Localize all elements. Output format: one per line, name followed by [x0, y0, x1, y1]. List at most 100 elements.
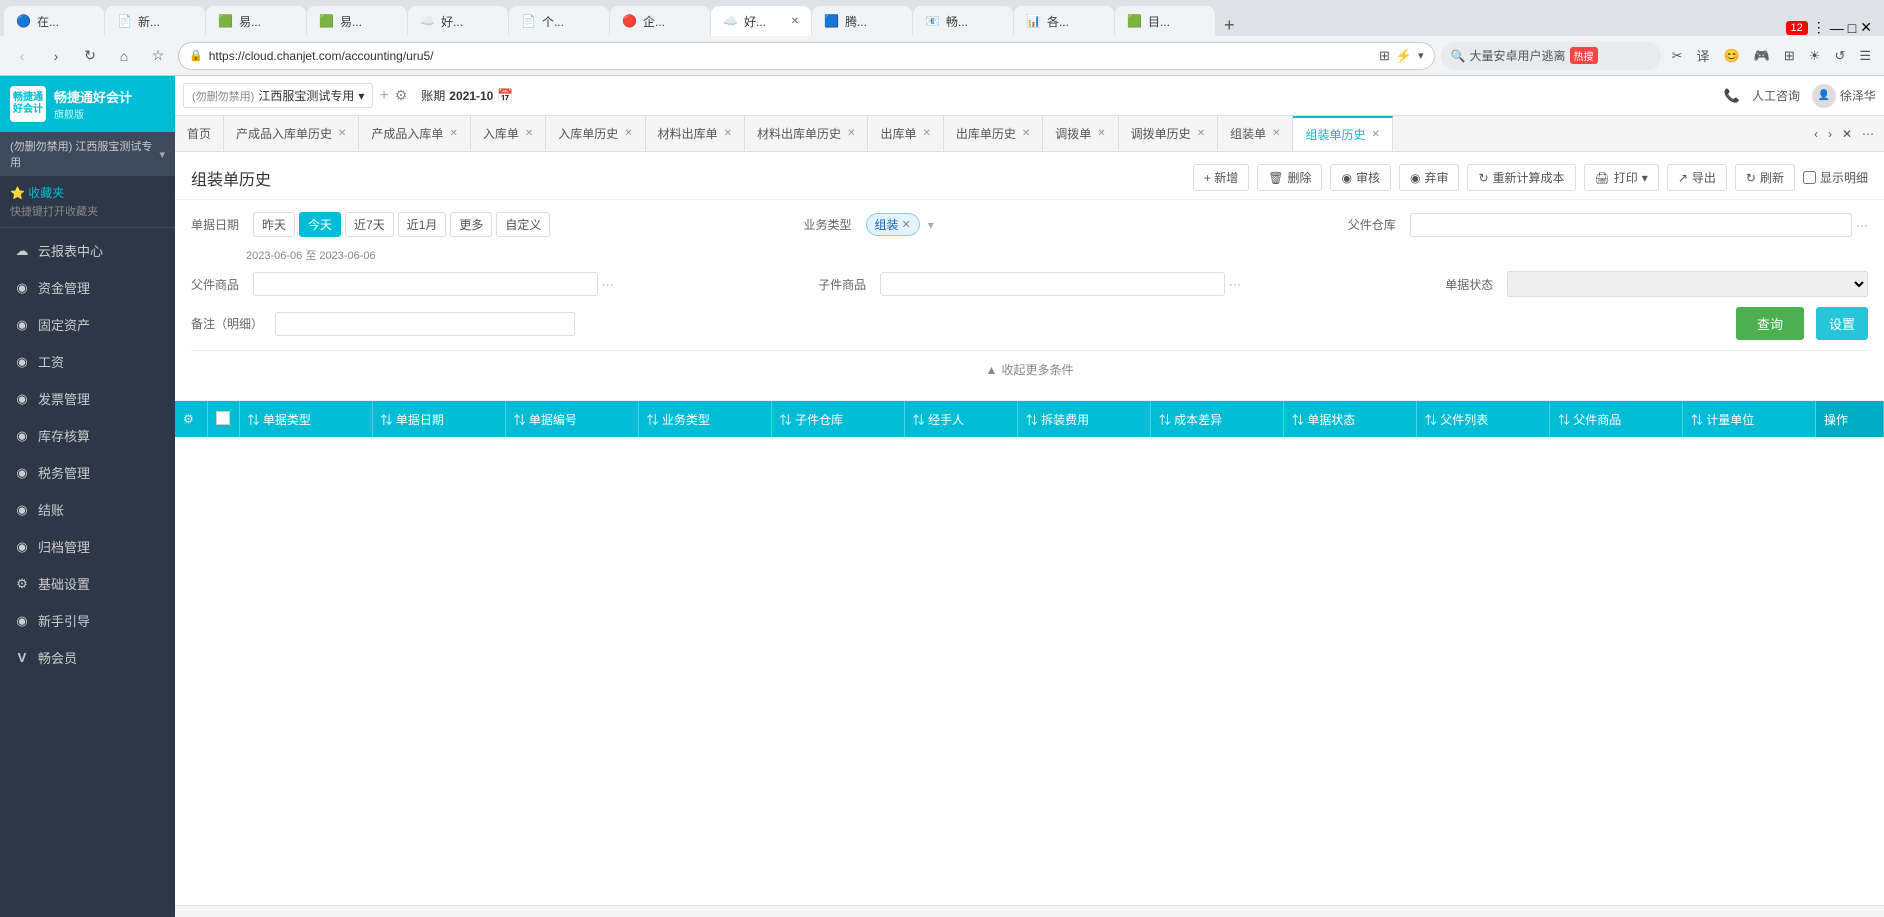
tabs-close-all-button[interactable]: ✕ [1838, 125, 1856, 143]
close-tab-icon[interactable]: ✕ [624, 128, 632, 139]
grid-icon[interactable]: ⊞ [1779, 45, 1800, 67]
browser-tab-11[interactable]: 🟩 目... [1115, 6, 1215, 36]
show-detail-label[interactable]: 显示明细 [1803, 169, 1868, 186]
th-bill-type[interactable]: ⇅ 单据类型 [239, 401, 372, 437]
sub-goods-more-icon[interactable]: ··· [1229, 277, 1241, 291]
page-tab-produced-in-hist[interactable]: 产成品入库单历史 ✕ [224, 116, 359, 152]
page-tab-material-out-hist[interactable]: 材料出库单历史 ✕ [745, 116, 868, 152]
browser-tab-9[interactable]: 📧 畅... [913, 6, 1013, 36]
sidebar-item-closing[interactable]: ◉ 结账 [0, 491, 175, 528]
forward-button[interactable]: › [42, 42, 70, 70]
custom-date-btn[interactable]: 自定义 [496, 212, 550, 237]
address-dropdown-icon[interactable]: ▾ [1418, 49, 1424, 62]
page-tab-assemble[interactable]: 组装单 ✕ [1218, 116, 1293, 152]
menu-icon[interactable]: ☰ [1854, 45, 1876, 67]
settings-btn[interactable]: 设置 [1816, 307, 1868, 340]
th-parent-list[interactable]: ⇅ 父件列表 [1416, 401, 1549, 437]
settings-gear-icon[interactable]: ⚙ [395, 87, 408, 104]
close-browser-icon[interactable]: ✕ [1860, 19, 1872, 36]
close-tab-icon[interactable]: ✕ [525, 128, 533, 139]
recalc-button[interactable]: ↻ 重新计算成本 [1467, 164, 1575, 191]
browser-tab-0[interactable]: 🔵 在... [4, 6, 104, 36]
browser-tab-8[interactable]: 🟦 腾... [812, 6, 912, 36]
tabs-prev-button[interactable]: ‹ [1810, 125, 1822, 143]
th-bill-no[interactable]: ⇅ 单据编号 [505, 401, 638, 437]
notes-input[interactable] [275, 312, 575, 336]
th-bill-date[interactable]: ⇅ 单据日期 [372, 401, 505, 437]
page-tab-produced-in[interactable]: 产成品入库单 ✕ [359, 116, 470, 152]
th-bill-status[interactable]: ⇅ 单据状态 [1283, 401, 1416, 437]
scissors-icon[interactable]: ✂ [1667, 45, 1688, 67]
close-tab-icon[interactable]: ✕ [1372, 129, 1380, 140]
sidebar-company[interactable]: (勿删勿禁用) 江西服宝测试专用 ▾ [0, 132, 175, 176]
refresh-button[interactable]: ↻ 刷新 [1735, 164, 1795, 191]
sidebar-item-fixed-assets[interactable]: ◉ 固定资产 [0, 306, 175, 343]
close-tab-icon[interactable]: ✕ [1022, 128, 1030, 139]
sidebar-item-payroll[interactable]: ◉ 工资 [0, 343, 175, 380]
page-tab-stock-in-hist[interactable]: 入库单历史 ✕ [546, 116, 645, 152]
browser-tab-2[interactable]: 🟩 易... [206, 6, 306, 36]
minimize-icon[interactable]: — [1830, 20, 1844, 36]
browser-tab-4[interactable]: ☁️ 好... [408, 6, 508, 36]
th-handler[interactable]: ⇅ 经手人 [904, 401, 1017, 437]
page-tab-home[interactable]: 首页 [175, 116, 224, 152]
sidebar-item-inventory[interactable]: ◉ 库存核算 [0, 417, 175, 454]
sidebar-item-capital[interactable]: ◉ 资金管理 [0, 269, 175, 306]
parent-goods-input[interactable] [253, 272, 598, 296]
tabs-more-button[interactable]: ⋯ [1858, 125, 1878, 143]
th-sub-warehouse[interactable]: ⇅ 子件仓库 [771, 401, 904, 437]
sidebar-item-invoice[interactable]: ◉ 发票管理 [0, 380, 175, 417]
game-icon[interactable]: 🎮 [1749, 45, 1775, 67]
new-button[interactable]: + 新增 [1193, 164, 1249, 191]
th-checkbox[interactable] [207, 401, 239, 437]
new-tab-button[interactable]: + [1216, 15, 1243, 36]
address-bar[interactable]: 🔒 https://cloud.chanjet.com/accounting/u… [178, 42, 1435, 70]
select-all-checkbox[interactable] [216, 411, 230, 425]
biz-type-dropdown-icon[interactable]: ▾ [928, 218, 934, 232]
column-settings-icon[interactable]: ⚙ [183, 412, 194, 426]
parent-warehouse-input[interactable] [1410, 213, 1852, 237]
page-tab-transfer[interactable]: 调拨单 ✕ [1043, 116, 1118, 152]
browser-tab-6[interactable]: 🔴 企... [610, 6, 710, 36]
audit-button[interactable]: ◉ 审核 [1330, 164, 1391, 191]
customer-service-icon[interactable]: 📞 [1724, 88, 1740, 104]
th-settings[interactable]: ⚙ [175, 401, 207, 437]
th-biz-type[interactable]: ⇅ 业务类型 [638, 401, 771, 437]
show-detail-checkbox[interactable] [1803, 171, 1816, 184]
browser-tab-1[interactable]: 📄 新... [105, 6, 205, 36]
last7-btn[interactable]: 近7天 [345, 212, 394, 237]
close-tab-icon[interactable]: ✕ [449, 128, 457, 139]
bookmarks-title[interactable]: ⭐ 收藏夹 [10, 184, 165, 201]
bill-status-select[interactable] [1507, 271, 1868, 297]
collapse-button[interactable]: ▲ 收起更多条件 [986, 357, 1074, 382]
undo-icon[interactable]: ↺ [1829, 45, 1850, 67]
tab-menu-icon[interactable]: ⋮ [1812, 19, 1826, 36]
more-date-btn[interactable]: 更多 [450, 212, 492, 237]
reload-button[interactable]: ↻ [76, 42, 104, 70]
close-tab-icon[interactable]: ✕ [1197, 128, 1205, 139]
th-disassemble-cost[interactable]: ⇅ 拆装费用 [1017, 401, 1150, 437]
close-tab-icon[interactable]: ✕ [724, 128, 732, 139]
horizontal-scrollbar[interactable] [175, 905, 1884, 917]
close-tab-icon[interactable]: ✕ [922, 128, 930, 139]
page-tab-transfer-hist[interactable]: 调拨单历史 ✕ [1119, 116, 1218, 152]
delete-button[interactable]: 🗑 删除 [1257, 164, 1322, 191]
page-tab-stock-in[interactable]: 入库单 ✕ [471, 116, 546, 152]
close-tab-icon[interactable]: ✕ [338, 128, 346, 139]
search-bar[interactable]: 🔍 大量安卓用户逃离 热搜 [1441, 42, 1661, 70]
th-operation[interactable]: 操作 [1816, 401, 1884, 437]
sidebar-item-archive[interactable]: ◉ 归档管理 [0, 528, 175, 565]
sidebar-item-settings[interactable]: ⚙ 基础设置 [0, 565, 175, 602]
emoji-icon[interactable]: 😊 [1719, 45, 1745, 67]
address-lightning-icon[interactable]: ⚡ [1396, 48, 1412, 64]
parent-warehouse-more-icon[interactable]: ··· [1856, 218, 1868, 232]
browser-tab-3[interactable]: 🟩 易... [307, 6, 407, 36]
page-tab-out[interactable]: 出库单 ✕ [868, 116, 943, 152]
bookmark-button[interactable]: ☆ [144, 42, 172, 70]
help-label[interactable]: 人工咨询 [1752, 87, 1800, 104]
sidebar-item-cloud-reports[interactable]: ☁ 云报表中心 [0, 232, 175, 269]
translate-icon[interactable]: 译 [1691, 43, 1714, 68]
page-tab-material-out[interactable]: 材料出库单 ✕ [646, 116, 745, 152]
back-button[interactable]: ‹ [8, 42, 36, 70]
close-tab-icon[interactable]: ✕ [1272, 128, 1280, 139]
